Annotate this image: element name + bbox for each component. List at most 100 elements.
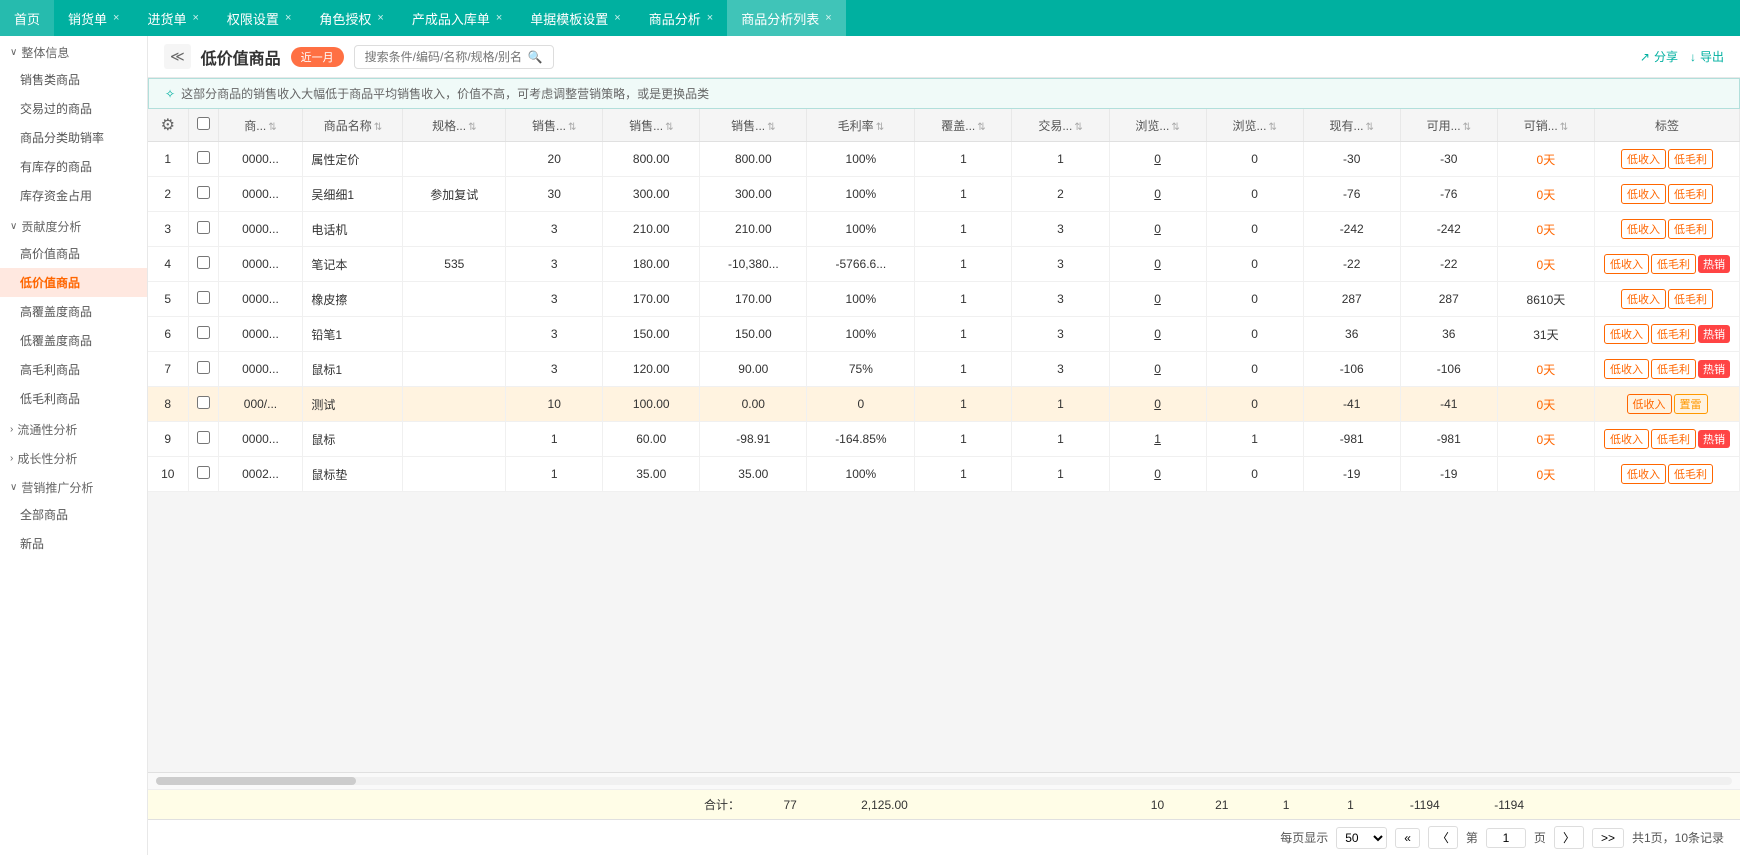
row-checkbox[interactable] [197, 291, 210, 304]
sidebar-item-category-rate[interactable]: 商品分类助销率 [0, 123, 147, 152]
cell-spec: 参加复试 [403, 177, 506, 212]
sidebar-item-low-coverage[interactable]: 低覆盖度商品 [0, 326, 147, 355]
nav-role-auth[interactable]: 角色授权 × [305, 0, 397, 36]
view-link[interactable]: 0 [1154, 397, 1161, 411]
close-icon[interactable]: × [614, 12, 620, 24]
cell-sales-qty: 20 [506, 142, 603, 177]
view-link[interactable]: 0 [1154, 152, 1161, 166]
sidebar-item-traded-goods[interactable]: 交易过的商品 [0, 94, 147, 123]
first-page-button[interactable]: « [1395, 828, 1420, 848]
cell-view2: 0 [1206, 212, 1303, 247]
nav-sales-order[interactable]: 销货单 × [54, 0, 133, 36]
row-checkbox[interactable] [197, 466, 210, 479]
row-checkbox[interactable] [197, 361, 210, 374]
settings-icon[interactable]: ⚙ [161, 117, 175, 134]
cell-gross-rate: 100% [807, 282, 915, 317]
tag-label: 低毛利 [1668, 289, 1713, 309]
cell-view1: 0 [1109, 177, 1206, 212]
export-button[interactable]: ↓ 导出 [1690, 48, 1724, 65]
sidebar-section-flow[interactable]: › 流通性分析 [0, 413, 147, 442]
nav-finished-goods[interactable]: 产成品入库单 × [398, 0, 516, 36]
search-input[interactable] [365, 50, 522, 64]
close-icon[interactable]: × [113, 12, 119, 24]
row-checkbox[interactable] [197, 221, 210, 234]
cell-checkbox [188, 317, 218, 352]
cell-current-stock: -106 [1303, 352, 1400, 387]
per-page-label: 每页显示 [1280, 829, 1328, 846]
close-icon[interactable]: × [707, 12, 713, 24]
nav-home[interactable]: 首页 [0, 0, 54, 36]
next-page-button[interactable]: 〉 [1554, 826, 1584, 849]
cell-trade: 1 [1012, 422, 1109, 457]
close-icon[interactable]: × [825, 12, 831, 24]
chevron-right-icon: › [10, 424, 13, 435]
row-checkbox[interactable] [197, 326, 210, 339]
cell-available-stock: -981 [1400, 422, 1497, 457]
close-icon[interactable]: × [377, 12, 383, 24]
time-filter-tag[interactable]: 近一月 [291, 47, 344, 67]
view-link[interactable]: 0 [1154, 187, 1161, 201]
per-page-select[interactable]: 50 100 200 [1336, 827, 1387, 849]
sidebar-item-low-margin[interactable]: 低毛利商品 [0, 384, 147, 413]
cell-code: 0000... [218, 247, 303, 282]
page-input[interactable] [1486, 828, 1526, 848]
close-icon[interactable]: × [285, 12, 291, 24]
cell-checkbox [188, 352, 218, 387]
sidebar-section-overall[interactable]: ∨ 整体信息 [0, 36, 147, 65]
share-icon: ↗ [1640, 50, 1650, 64]
cell-view1: 1 [1109, 422, 1206, 457]
cell-sellable: 0天 [1497, 247, 1594, 282]
cell-current-stock: -22 [1303, 247, 1400, 282]
tag-label: 低收入 [1621, 149, 1666, 169]
last-page-button[interactable]: >> [1592, 828, 1624, 848]
nav-purchase-order[interactable]: 进货单 × [133, 0, 212, 36]
row-checkbox[interactable] [197, 151, 210, 164]
row-checkbox[interactable] [197, 396, 210, 409]
row-checkbox[interactable] [197, 431, 210, 444]
row-checkbox[interactable] [197, 256, 210, 269]
cell-name: 鼠标 [303, 422, 403, 457]
view-link[interactable]: 0 [1154, 467, 1161, 481]
sidebar-collapse-button[interactable]: ≪ [164, 44, 191, 69]
sidebar-item-low-value[interactable]: 低价值商品 [0, 268, 147, 297]
cell-name: 笔记本 [303, 247, 403, 282]
close-icon[interactable]: × [496, 12, 502, 24]
cell-tags: 低收入低毛利 [1595, 282, 1740, 317]
sidebar-item-high-margin[interactable]: 高毛利商品 [0, 355, 147, 384]
cell-gross-rate: -5766.6... [807, 247, 915, 282]
total-coverage: 10 [1137, 798, 1177, 812]
view-link[interactable]: 0 [1154, 327, 1161, 341]
select-all-checkbox[interactable] [197, 117, 210, 130]
sidebar-item-in-stock[interactable]: 有库存的商品 [0, 152, 147, 181]
cell-coverage: 1 [915, 177, 1012, 212]
sidebar-section-marketing[interactable]: ∨ 营销推广分析 [0, 471, 147, 500]
th-view1: 浏览...⇅ [1109, 109, 1206, 142]
sidebar-item-sales-goods[interactable]: 销售类商品 [0, 65, 147, 94]
nav-template[interactable]: 单据模板设置 × [516, 0, 634, 36]
sidebar-item-new-goods[interactable]: 新品 [0, 529, 147, 558]
close-icon[interactable]: × [192, 12, 198, 24]
table-container[interactable]: ⚙ 商...⇅ 商品名称⇅ 规格...⇅ 销售...⇅ 销售...⇅ 销售...… [148, 109, 1740, 772]
info-icon: ✧ [165, 87, 175, 101]
nav-permission[interactable]: 权限设置 × [213, 0, 305, 36]
sidebar-item-high-coverage[interactable]: 高覆盖度商品 [0, 297, 147, 326]
sidebar-item-high-value[interactable]: 高价值商品 [0, 239, 147, 268]
sidebar-item-all-goods[interactable]: 全部商品 [0, 500, 147, 529]
sidebar-section-growth[interactable]: › 成长性分析 [0, 442, 147, 471]
tag-label: 低收入 [1604, 324, 1649, 344]
cell-index: 8 [148, 387, 188, 422]
share-button[interactable]: ↗ 分享 [1640, 48, 1678, 65]
cell-view1: 0 [1109, 142, 1206, 177]
tag-label: 低毛利 [1651, 359, 1696, 379]
sidebar-item-stock-capital[interactable]: 库存资金占用 [0, 181, 147, 210]
view-link[interactable]: 0 [1154, 257, 1161, 271]
row-checkbox[interactable] [197, 186, 210, 199]
view-link[interactable]: 0 [1154, 362, 1161, 376]
nav-product-analysis-list[interactable]: 商品分析列表 × [727, 0, 845, 36]
view-link[interactable]: 0 [1154, 222, 1161, 236]
view-link[interactable]: 0 [1154, 292, 1161, 306]
sidebar-section-contribution[interactable]: ∨ 贡献度分析 [0, 210, 147, 239]
view-link[interactable]: 1 [1154, 432, 1161, 446]
nav-product-analysis[interactable]: 商品分析 × [635, 0, 727, 36]
prev-page-button[interactable]: 〈 [1428, 826, 1458, 849]
